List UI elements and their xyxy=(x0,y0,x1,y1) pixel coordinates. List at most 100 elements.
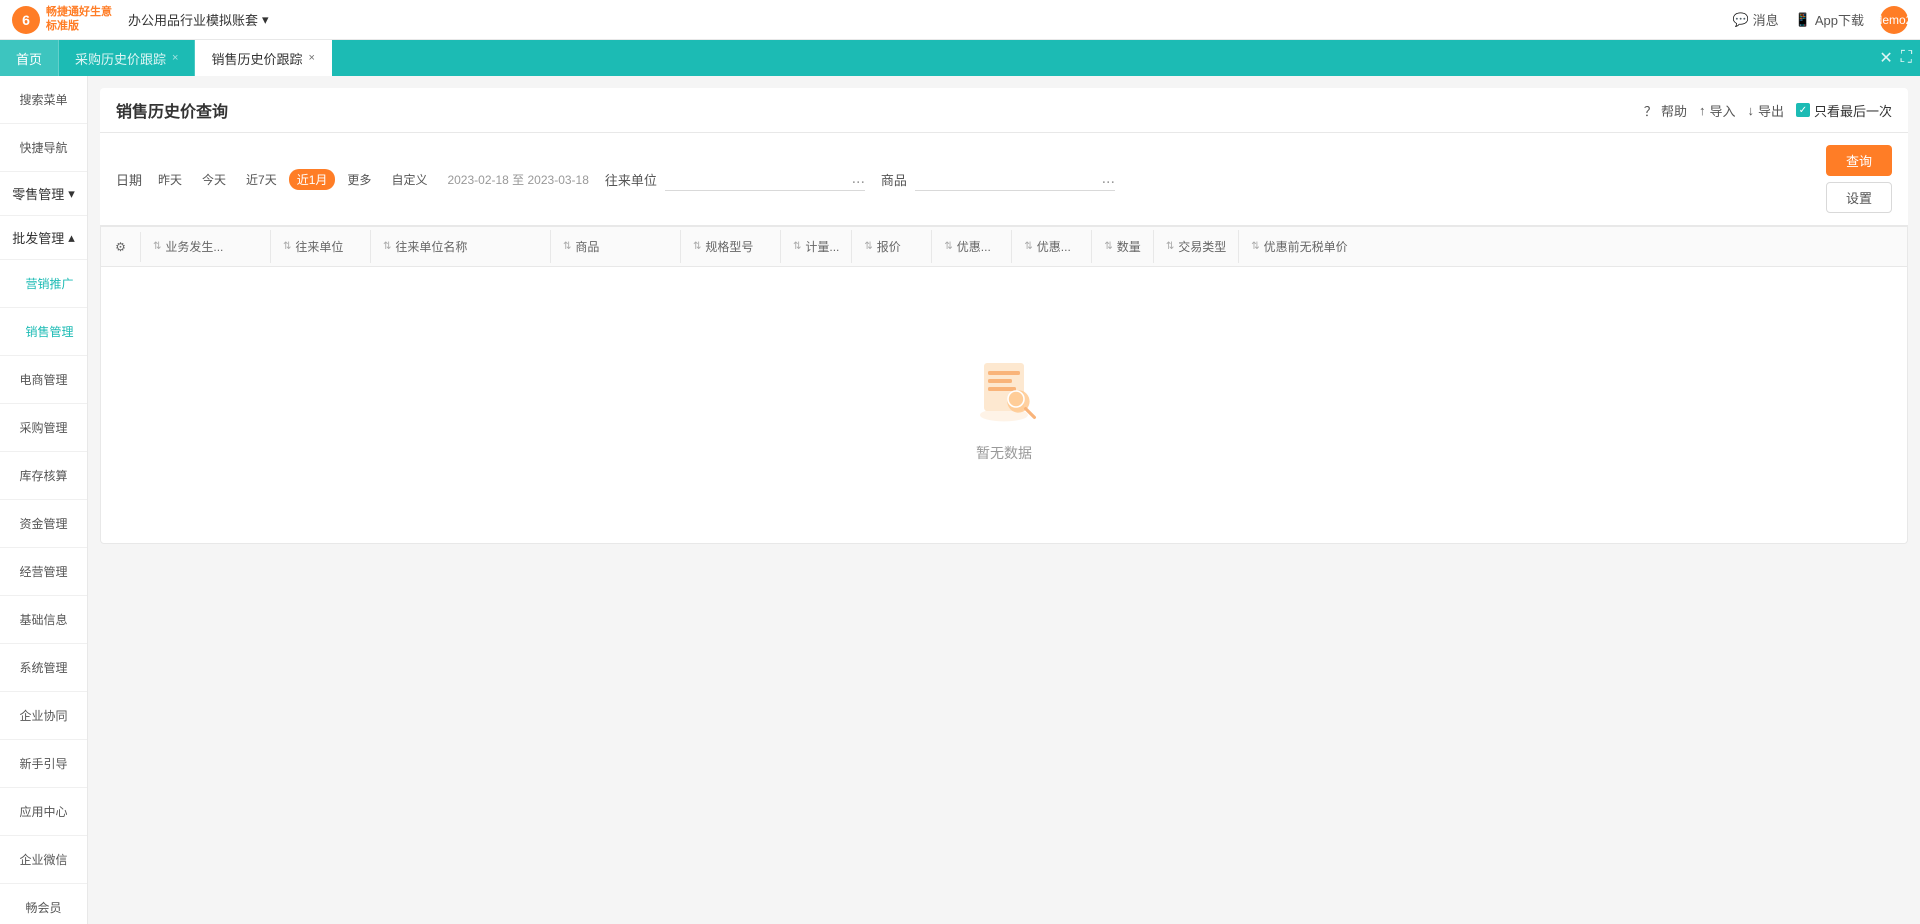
tab-bar-right: ✕ ⛶ xyxy=(1879,48,1920,68)
th-gear[interactable]: ⚙ xyxy=(101,232,141,262)
sidebar-item-marketing[interactable]: 营销推广 xyxy=(0,260,87,308)
product-input-dots[interactable]: ... xyxy=(1102,170,1115,188)
date-opt-custom[interactable]: 自定义 xyxy=(383,169,435,190)
sidebar-item-guide[interactable]: 新手引导 xyxy=(0,740,87,788)
wholesale-arrow: ▴ xyxy=(68,230,75,246)
sidebar-item-wechat[interactable]: 企业微信 xyxy=(0,836,87,884)
sidebar-item-operations[interactable]: 经营管理 xyxy=(0,548,87,596)
app-download-btn[interactable]: 📱 App下载 xyxy=(1795,10,1864,29)
sort-price-icon: ⇅ xyxy=(864,241,872,252)
app-icon: 📱 xyxy=(1795,12,1811,28)
th-trade-type[interactable]: ⇅ 交易类型 xyxy=(1154,230,1239,263)
tab-maximize-icon[interactable]: ⛶ xyxy=(1901,49,1912,67)
sales-mgmt-label: 销售管理 xyxy=(25,323,73,340)
dropdown-icon: ▾ xyxy=(262,12,269,28)
date-opt-today[interactable]: 今天 xyxy=(194,169,234,190)
query-button[interactable]: 查询 xyxy=(1826,145,1892,176)
sidebar-item-ecommerce[interactable]: 电商管理 xyxy=(0,356,87,404)
settings-button[interactable]: 设置 xyxy=(1826,182,1892,213)
partner-input-wrap: ... xyxy=(665,168,865,191)
empty-icon xyxy=(964,347,1044,427)
sidebar-item-member[interactable]: 畅会员 xyxy=(0,884,87,924)
retail-label: 零售管理 xyxy=(12,184,64,203)
date-opt-more[interactable]: 更多 xyxy=(339,169,379,190)
th-price[interactable]: ⇅ 报价 xyxy=(852,230,932,263)
retail-arrow: ▾ xyxy=(68,186,75,202)
export-btn[interactable]: ↓ 导出 xyxy=(1747,101,1784,120)
tab-purchase-close[interactable]: × xyxy=(172,52,178,64)
sidebar-item-retail[interactable]: 零售管理 ▾ xyxy=(0,172,87,216)
message-btn[interactable]: 💬 消息 xyxy=(1732,10,1778,29)
partner-input[interactable] xyxy=(665,171,852,186)
sort-spec-icon: ⇅ xyxy=(693,241,701,252)
sort-product-icon: ⇅ xyxy=(563,241,571,252)
system-label: 系统管理 xyxy=(19,659,67,676)
wholesale-label: 批发管理 xyxy=(12,228,64,247)
sort-discount1-icon: ⇅ xyxy=(944,241,952,252)
date-range-text: 2023-02-18 至 2023-03-18 xyxy=(447,171,588,188)
th-biz-date[interactable]: ⇅ 业务发生... xyxy=(141,230,271,263)
purchase-label: 采购管理 xyxy=(19,419,67,436)
sort-partner-name-icon: ⇅ xyxy=(383,241,391,252)
tab-bar: 首页 采购历史价跟踪 × 销售历史价跟踪 × ✕ ⛶ xyxy=(0,40,1920,76)
basic-info-label: 基础信息 xyxy=(19,611,67,628)
th-unit[interactable]: ⇅ 计量... xyxy=(781,230,852,263)
import-btn[interactable]: ↑ 导入 xyxy=(1699,101,1736,120)
th-partner-name[interactable]: ⇅ 往来单位名称 xyxy=(371,230,551,263)
th-partner-code[interactable]: ⇅ 往来单位 xyxy=(271,230,371,263)
title-selector[interactable]: 办公用品行业模拟账套 ▾ xyxy=(120,6,277,33)
th-qty[interactable]: ⇅ 数量 xyxy=(1092,230,1153,263)
import-icon: ↑ xyxy=(1699,103,1706,118)
main-content: 销售历史价查询 ？ 帮助 ↑ 导入 ↓ 导出 ✓ 只看最后一次 xyxy=(88,76,1920,924)
partner-filter-group: 往来单位 ... xyxy=(605,168,865,191)
date-opt-yesterday[interactable]: 昨天 xyxy=(150,169,190,190)
partner-input-dots[interactable]: ... xyxy=(852,170,865,188)
guide-label: 新手引导 xyxy=(19,755,67,772)
partner-label: 往来单位 xyxy=(605,170,657,189)
inventory-label: 库存核算 xyxy=(19,467,67,484)
tab-home[interactable]: 首页 xyxy=(0,40,59,76)
sidebar-item-app-center[interactable]: 应用中心 xyxy=(0,788,87,836)
avatar: demo2 xyxy=(1880,6,1908,34)
sidebar-item-system[interactable]: 系统管理 xyxy=(0,644,87,692)
th-product[interactable]: ⇅ 商品 xyxy=(551,230,681,263)
tab-purchase-label: 采购历史价跟踪 xyxy=(75,49,166,68)
tab-purchase-history[interactable]: 采购历史价跟踪 × xyxy=(59,40,195,76)
sidebar-item-finance[interactable]: 资金管理 xyxy=(0,500,87,548)
sort-qty-icon: ⇅ xyxy=(1104,241,1112,252)
sidebar-item-basic-info[interactable]: 基础信息 xyxy=(0,596,87,644)
sort-biz-icon: ⇅ xyxy=(153,241,161,252)
user-profile[interactable]: demo2 xyxy=(1880,6,1908,34)
tab-sales-history[interactable]: 销售历史价跟踪 × xyxy=(195,40,331,76)
logo-text: 畅捷通好生意 标准版 xyxy=(46,6,112,32)
help-icon: ？ xyxy=(1644,101,1657,120)
gear-icon: ⚙ xyxy=(115,240,126,254)
sidebar-item-purchase[interactable]: 采购管理 xyxy=(0,404,87,452)
sidebar-item-inventory[interactable]: 库存核算 xyxy=(0,452,87,500)
th-discount2[interactable]: ⇅ 优惠... xyxy=(1012,230,1092,263)
help-btn[interactable]: ？ 帮助 xyxy=(1644,101,1687,120)
th-discount1[interactable]: ⇅ 优惠... xyxy=(932,230,1012,263)
filter-area: 日期 昨天 今天 近7天 近1月 更多 自定义 2023-02-18 至 202… xyxy=(100,133,1908,226)
marketing-label: 营销推广 xyxy=(25,275,73,292)
checkbox-checked-icon: ✓ xyxy=(1796,103,1810,117)
table-header: ⚙ ⇅ 业务发生... ⇅ 往来单位 ⇅ 往来单位名称 ⇅ 商品 xyxy=(101,227,1907,267)
th-spec[interactable]: ⇅ 规格型号 xyxy=(681,230,781,263)
app-center-label: 应用中心 xyxy=(19,803,67,820)
sidebar-item-shortcut[interactable]: 快捷导航 xyxy=(0,124,87,172)
sort-unit-icon: ⇅ xyxy=(793,241,801,252)
sidebar-item-wholesale[interactable]: 批发管理 ▴ xyxy=(0,216,87,260)
top-bar-left: 6 畅捷通好生意 标准版 办公用品行业模拟账套 ▾ xyxy=(12,6,277,34)
search-label: 搜索菜单 xyxy=(19,91,67,108)
date-opt-last7[interactable]: 近7天 xyxy=(238,169,285,190)
sidebar-item-search[interactable]: 搜索菜单 xyxy=(0,76,87,124)
tab-close-window-icon[interactable]: ✕ xyxy=(1879,48,1892,68)
product-input[interactable] xyxy=(915,171,1102,186)
tab-sales-close[interactable]: × xyxy=(308,52,314,64)
only-last-checkbox[interactable]: ✓ 只看最后一次 xyxy=(1796,101,1892,120)
date-opt-last1m[interactable]: 近1月 xyxy=(289,169,336,190)
sort-trade-icon: ⇅ xyxy=(1166,241,1174,252)
sidebar-item-enterprise[interactable]: 企业协同 xyxy=(0,692,87,740)
sidebar-item-sales-mgmt[interactable]: 销售管理 xyxy=(0,308,87,356)
th-notax-price[interactable]: ⇅ 优惠前无税单价 xyxy=(1239,230,1907,263)
